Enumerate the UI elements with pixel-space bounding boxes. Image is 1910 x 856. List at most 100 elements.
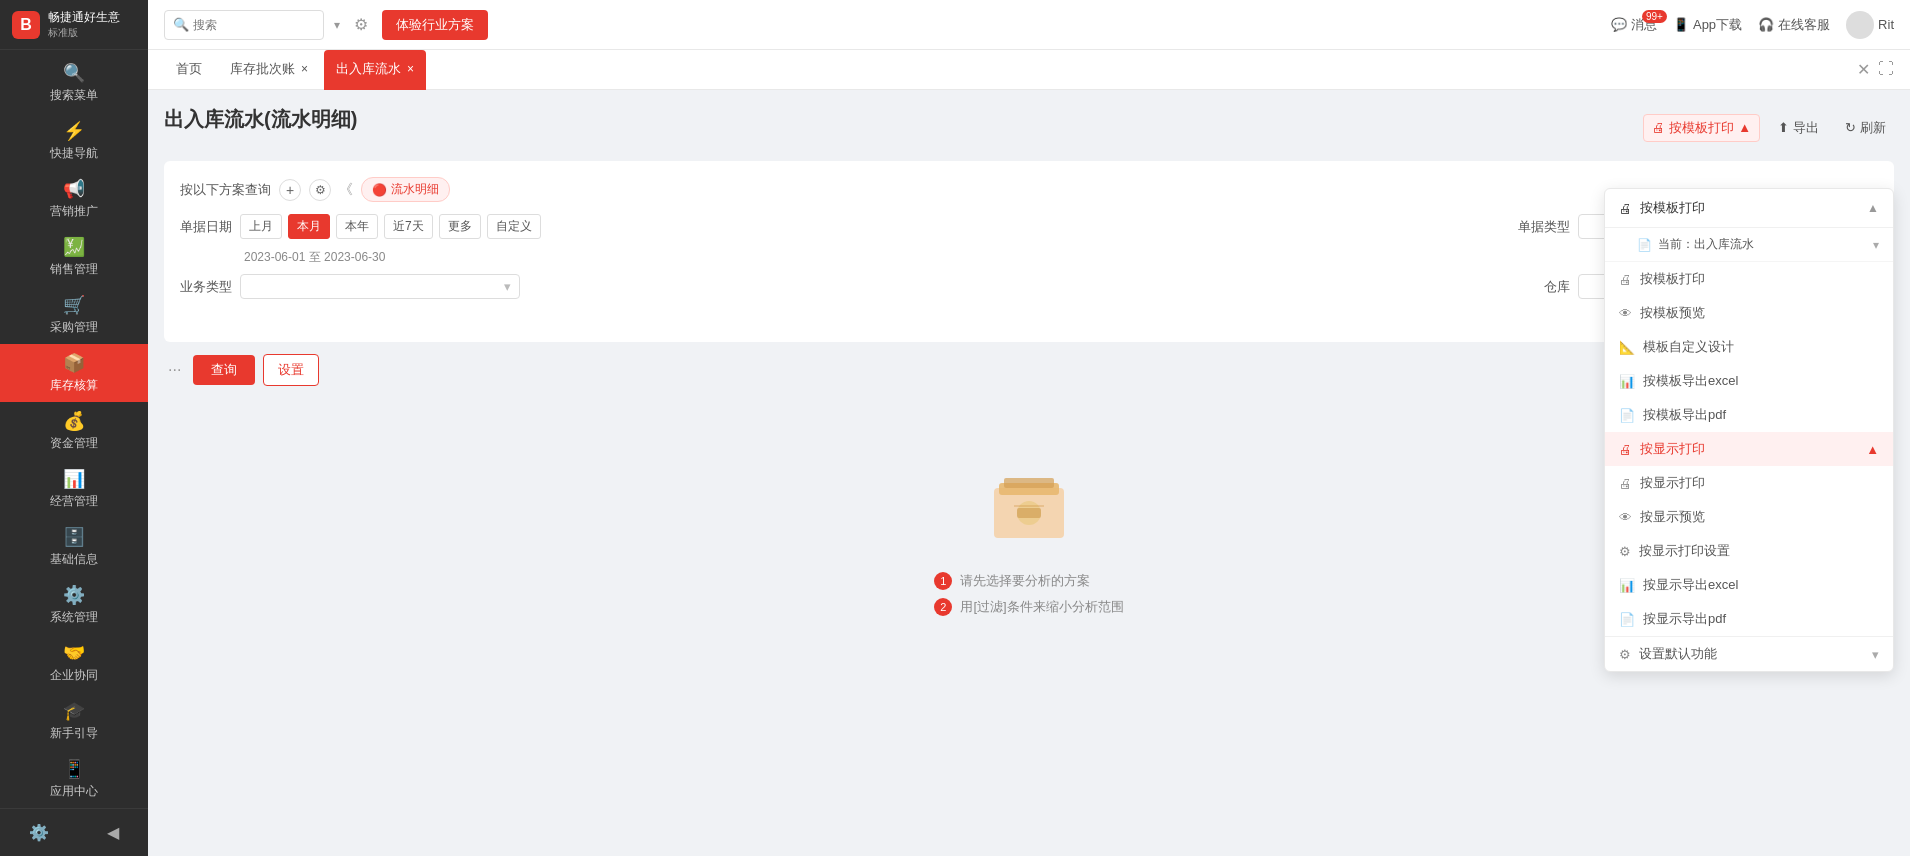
expand-tab-icon[interactable]: ⛶ (1878, 60, 1894, 79)
biz-type-select[interactable]: ▾ (240, 274, 520, 299)
empty-hint-2: 2 用[过滤]条件来缩小分析范围 (934, 594, 1123, 620)
online-service-btn[interactable]: 🎧 在线客服 (1758, 16, 1830, 34)
biz-type-field: 业务类型 ▾ (180, 274, 520, 299)
sidebar-item-guide[interactable]: 🎓 新手引导 (0, 692, 148, 750)
industry-btn[interactable]: 体验行业方案 (382, 10, 488, 40)
active-filter-tag[interactable]: 🔴 流水明细 (361, 177, 450, 202)
query-btn[interactable]: 查询 (193, 355, 255, 385)
sidebar-item-appcenter[interactable]: 📱 应用中心 (0, 750, 148, 808)
dropdown-item-template-print[interactable]: 🖨 按模板打印 (1605, 262, 1893, 296)
page-header-right: 🖨 按模板打印 ▲ ⬆ 导出 ↻ 刷新 (1643, 114, 1894, 142)
settings-btn[interactable]: 设置 (263, 354, 319, 386)
display-section-left: 🖨 按显示打印 (1619, 440, 1705, 458)
sales-icon: 💹 (63, 236, 85, 258)
filter-collapse-icon[interactable]: 《 (339, 181, 353, 199)
footer-chevron-icon: ▾ (1872, 647, 1879, 662)
dropdown-section-display[interactable]: 🖨 按显示打印 ▲ (1605, 432, 1893, 466)
sidebar-item-purchase[interactable]: 🛒 采购管理 (0, 286, 148, 344)
dropdown-item-display-export-pdf[interactable]: 📄 按显示导出pdf (1605, 602, 1893, 636)
sidebar: B 畅捷通好生意 标准版 🔍 搜索菜单 ⚡ 快捷导航 📢 营销推广 💹 销售管理… (0, 0, 148, 856)
sidebar-item-basic[interactable]: 🗄️ 基础信息 (0, 518, 148, 576)
topbar-gear-icon[interactable]: ⚙ (354, 15, 368, 34)
sidebar-item-marketing[interactable]: 📢 营销推广 (0, 170, 148, 228)
refresh-btn[interactable]: ↻ 刷新 (1837, 115, 1894, 141)
date-btn-custom[interactable]: 自定义 (487, 214, 541, 239)
sidebar-item-shortcut[interactable]: ⚡ 快捷导航 (0, 112, 148, 170)
marketing-icon: 📢 (63, 178, 85, 200)
dropdown-item-template-custom[interactable]: 📐 模板自定义设计 (1605, 330, 1893, 364)
refresh-icon: ↻ (1845, 120, 1856, 135)
template-print-btn[interactable]: 🖨 按模板打印 ▲ (1643, 114, 1760, 142)
printer-icon: 🖨 (1652, 120, 1665, 135)
dropdown-item-template-export-excel[interactable]: 📊 按模板导出excel (1605, 364, 1893, 398)
home-tab-label: 首页 (176, 60, 202, 78)
tab-batch[interactable]: 库存批次账 × (218, 50, 320, 90)
close-all-tabs-icon[interactable]: ✕ (1857, 60, 1870, 79)
sidebar-item-search[interactable]: 🔍 搜索菜单 (0, 54, 148, 112)
dropdown-item-display-export-excel[interactable]: 📊 按显示导出excel (1605, 568, 1893, 602)
filter-settings-btn[interactable]: ⚙ (309, 179, 331, 201)
sidebar-item-operation[interactable]: 📊 经营管理 (0, 460, 148, 518)
topbar-search-box[interactable]: 🔍 (164, 10, 324, 40)
appcenter-icon: 📱 (63, 758, 85, 780)
shortcut-icon: ⚡ (63, 120, 85, 142)
dropdown-header-left: 🖨 按模板打印 (1619, 199, 1705, 217)
date-btn-this-month[interactable]: 本月 (288, 214, 330, 239)
avatar-img (1846, 11, 1874, 39)
dropdown-header-right: ▲ (1867, 201, 1879, 215)
date-btn-last-month[interactable]: 上月 (240, 214, 282, 239)
date-btn-7days[interactable]: 近7天 (384, 214, 433, 239)
date-btn-more[interactable]: 更多 (439, 214, 481, 239)
cooperation-icon: 🤝 (63, 642, 85, 664)
search-input[interactable] (193, 18, 315, 32)
dropdown-item-template-export-pdf[interactable]: 📄 按模板导出pdf (1605, 398, 1893, 432)
tab-home[interactable]: 首页 (164, 50, 214, 90)
svg-rect-2 (1004, 478, 1054, 488)
topbar-chevron-icon[interactable]: ▾ (334, 18, 340, 32)
template-excel-icon: 📊 (1619, 374, 1635, 389)
headset-icon: 🎧 (1758, 17, 1774, 32)
display-pdf-icon: 📄 (1619, 612, 1635, 627)
date-filter-label: 单据日期 (180, 218, 232, 236)
more-options-btn[interactable]: ··· (164, 361, 185, 379)
export-btn[interactable]: ⬆ 导出 (1770, 115, 1827, 141)
date-btn-this-year[interactable]: 本年 (336, 214, 378, 239)
system-icon: ⚙️ (63, 584, 85, 606)
current-sub-chevron-icon: ▾ (1873, 238, 1879, 252)
flow-tab-close-icon[interactable]: × (407, 62, 414, 76)
purchase-icon: 🛒 (63, 294, 85, 316)
dropdown-printer-icon: 🖨 (1619, 201, 1632, 216)
tab-flow[interactable]: 出入库流水 × (324, 50, 426, 90)
dropdown-footer[interactable]: ⚙ 设置默认功能 ▾ (1605, 636, 1893, 671)
app-download-btn[interactable]: 📱 App下载 (1673, 16, 1742, 34)
batch-tab-label: 库存批次账 (230, 60, 295, 78)
dropdown-item-display-preview[interactable]: 👁 按显示预览 (1605, 500, 1893, 534)
sidebar-item-cooperation[interactable]: 🤝 企业协同 (0, 634, 148, 692)
dropdown-current-sub[interactable]: 📄 当前：出入库流水 ▾ (1605, 228, 1893, 262)
dropdown-header[interactable]: 🖨 按模板打印 ▲ (1605, 189, 1893, 228)
sidebar-item-system[interactable]: ⚙️ 系统管理 (0, 576, 148, 634)
tabbar-actions: ✕ ⛶ (1857, 60, 1894, 79)
empty-illustration (979, 458, 1079, 548)
sidebar-bottom: ⚙️ ◀ (0, 808, 148, 856)
filter-add-btn[interactable]: + (279, 179, 301, 201)
page-header: 出入库流水(流水明细) 🖨 按模板打印 ▲ ⬆ 导出 ↻ 刷新 (164, 106, 1894, 149)
export-icon: ⬆ (1778, 120, 1789, 135)
settings-bottom-icon[interactable]: ⚙️ (25, 819, 53, 846)
sidebar-item-finance[interactable]: 💰 资金管理 (0, 402, 148, 460)
main-area: 🔍 ▾ ⚙ 体验行业方案 💬 消息 99+ 📱 App下载 🎧 在线客服 Rit (148, 0, 1910, 856)
sidebar-item-inventory[interactable]: 📦 库存核算 (0, 344, 148, 402)
sidebar-item-sales[interactable]: 💹 销售管理 (0, 228, 148, 286)
dropdown-item-display-print[interactable]: 🖨 按显示打印 (1605, 466, 1893, 500)
user-avatar[interactable]: Rit (1846, 11, 1894, 39)
flow-tab-label: 出入库流水 (336, 60, 401, 78)
batch-tab-close-icon[interactable]: × (301, 62, 308, 76)
biz-type-label: 业务类型 (180, 278, 232, 296)
collapse-sidebar-icon[interactable]: ◀ (103, 819, 123, 846)
current-sub-icon: 📄 (1637, 238, 1652, 252)
dropdown-item-display-settings[interactable]: ⚙ 按显示打印设置 (1605, 534, 1893, 568)
message-btn[interactable]: 💬 消息 99+ (1611, 16, 1657, 34)
dropdown-item-template-preview[interactable]: 👁 按模板预览 (1605, 296, 1893, 330)
warehouse-label: 仓库 (1544, 278, 1570, 296)
logo-icon: B (12, 11, 40, 39)
